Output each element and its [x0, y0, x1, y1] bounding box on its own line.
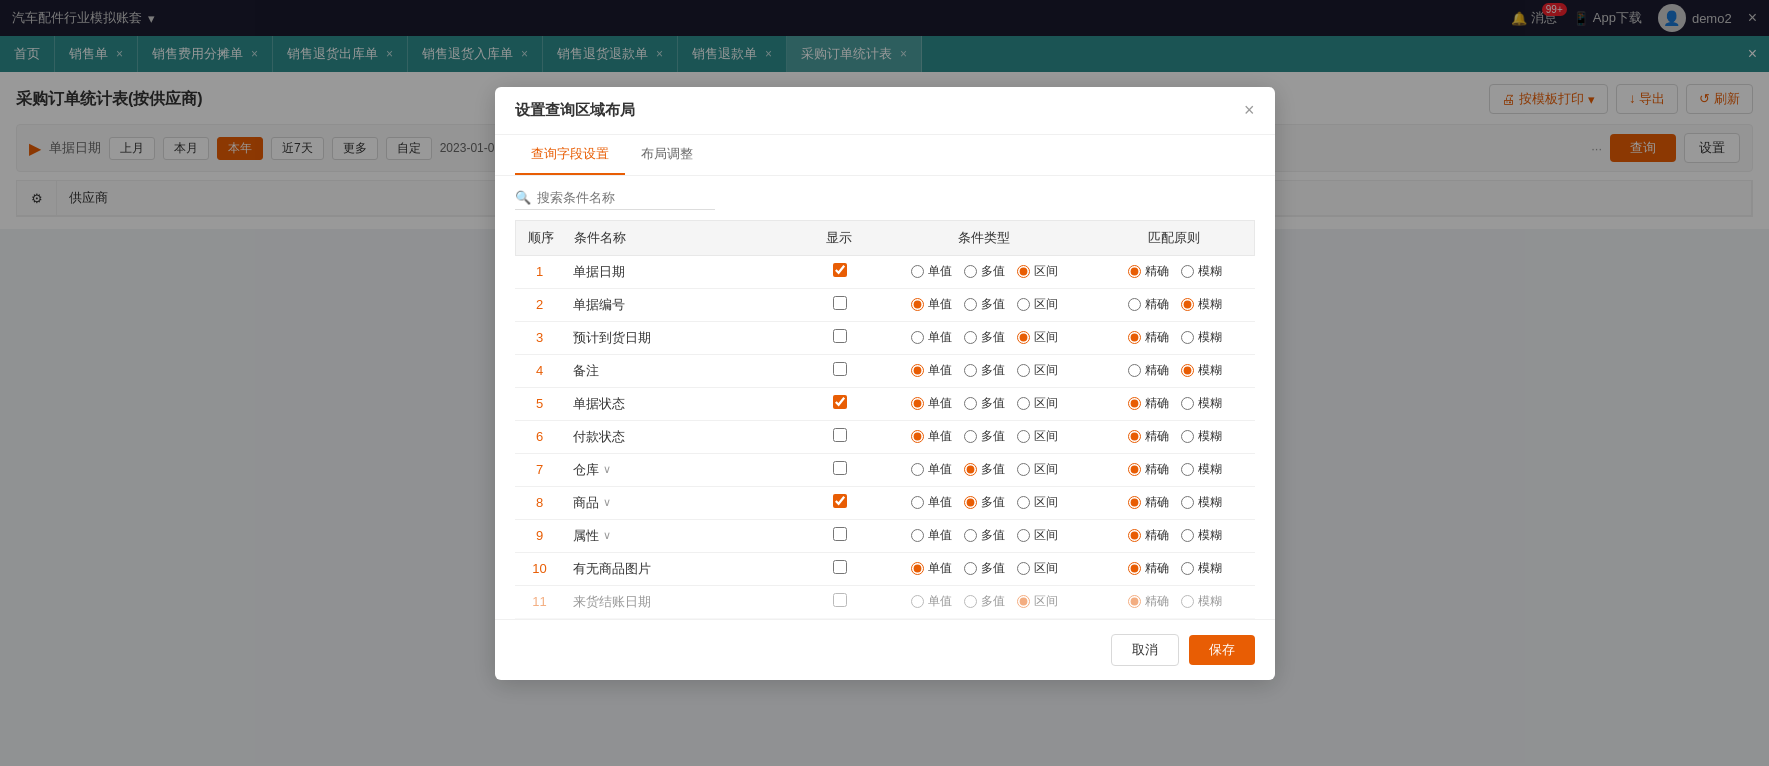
- modal-tab-fields-label: 查询字段设置: [531, 146, 609, 161]
- col-header-match: 匹配原则: [1094, 229, 1254, 230]
- modal-header: 设置查询区域布局 ×: [495, 87, 1275, 135]
- search-icon: 🔍: [515, 190, 531, 205]
- search-box: 🔍: [515, 186, 715, 210]
- modal-tab-layout-label: 布局调整: [641, 146, 693, 161]
- modal-title: 设置查询区域布局: [515, 101, 635, 120]
- modal-tab-layout[interactable]: 布局调整: [625, 135, 709, 175]
- modal-search-area: 🔍: [495, 176, 1275, 220]
- col-header-order: 顺序: [516, 229, 566, 230]
- modal-tab-fields[interactable]: 查询字段设置: [515, 135, 625, 175]
- modal-close-button[interactable]: ×: [1244, 101, 1255, 119]
- modal-table-header: 顺序 条件名称 显示 条件类型 匹配原则: [515, 220, 1255, 230]
- col-header-name: 条件名称: [566, 229, 804, 230]
- modal-table-header-wrapper: 顺序 条件名称 显示 条件类型 匹配原则: [495, 220, 1275, 230]
- modal-tab-bar: 查询字段设置 布局调整: [495, 135, 1275, 176]
- search-input[interactable]: [531, 190, 715, 205]
- settings-modal: 设置查询区域布局 × 查询字段设置 布局调整 🔍 顺序 条件名称 显示: [495, 87, 1275, 230]
- col-header-show: 显示: [804, 229, 874, 230]
- modal-overlay: 设置查询区域布局 × 查询字段设置 布局调整 🔍 顺序 条件名称 显示: [0, 0, 1769, 229]
- col-header-type: 条件类型: [874, 229, 1094, 230]
